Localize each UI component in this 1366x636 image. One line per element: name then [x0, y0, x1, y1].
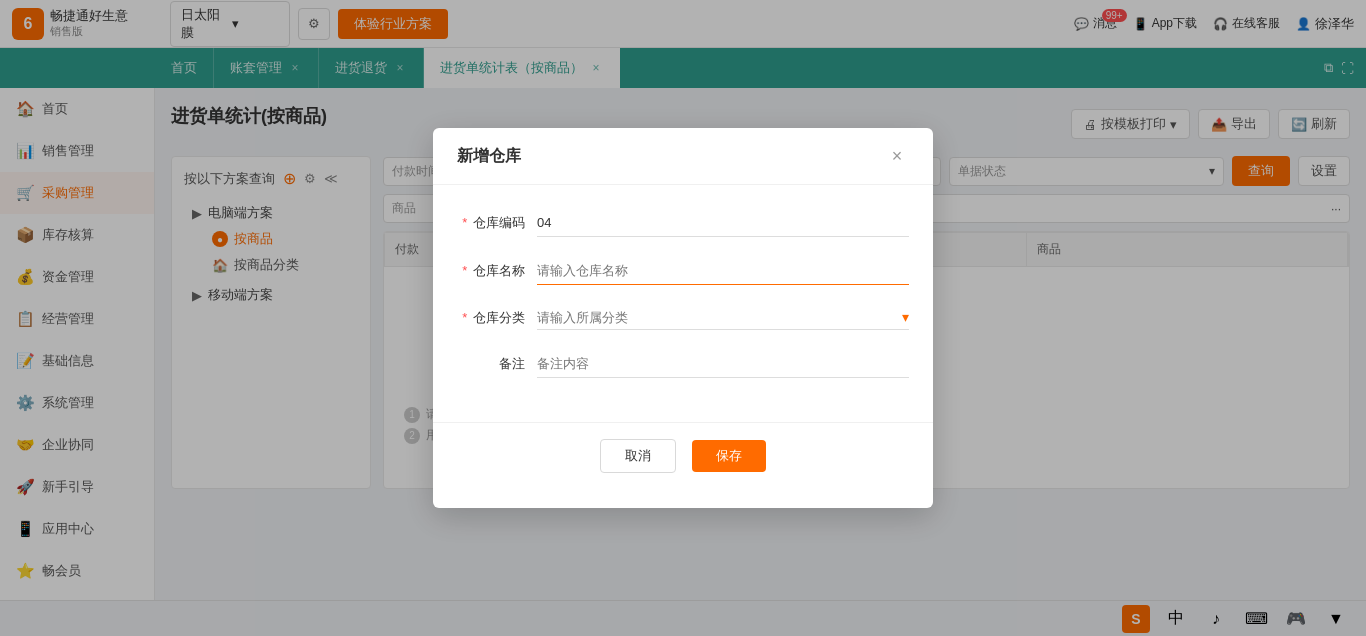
category-dropdown-icon: ▾: [902, 309, 909, 325]
category-input[interactable]: [537, 310, 902, 325]
name-label: * 仓库名称: [457, 262, 537, 280]
cancel-button[interactable]: 取消: [600, 439, 676, 473]
form-row-code: * 仓库编码: [457, 209, 909, 237]
form-row-category: * 仓库分类 ▾: [457, 305, 909, 330]
code-input[interactable]: [537, 209, 909, 237]
form-row-name: * 仓库名称: [457, 257, 909, 285]
modal-close-icon[interactable]: ×: [885, 144, 909, 168]
modal-header: 新增仓库 ×: [433, 128, 933, 185]
category-select-wrapper[interactable]: ▾: [537, 305, 909, 330]
form-row-note: 备注: [457, 350, 909, 378]
name-input[interactable]: [537, 257, 909, 285]
modal-title: 新增仓库: [457, 146, 521, 167]
category-label: * 仓库分类: [457, 309, 537, 327]
save-button[interactable]: 保存: [692, 440, 766, 472]
note-label: 备注: [457, 355, 537, 373]
add-warehouse-modal: 新增仓库 × * 仓库编码 * 仓库名称 * 仓库分类 ▾: [433, 128, 933, 508]
note-input[interactable]: [537, 350, 909, 378]
code-label: * 仓库编码: [457, 214, 537, 232]
modal-body: * 仓库编码 * 仓库名称 * 仓库分类 ▾ 备注: [433, 185, 933, 422]
modal-footer: 取消 保存: [433, 422, 933, 497]
